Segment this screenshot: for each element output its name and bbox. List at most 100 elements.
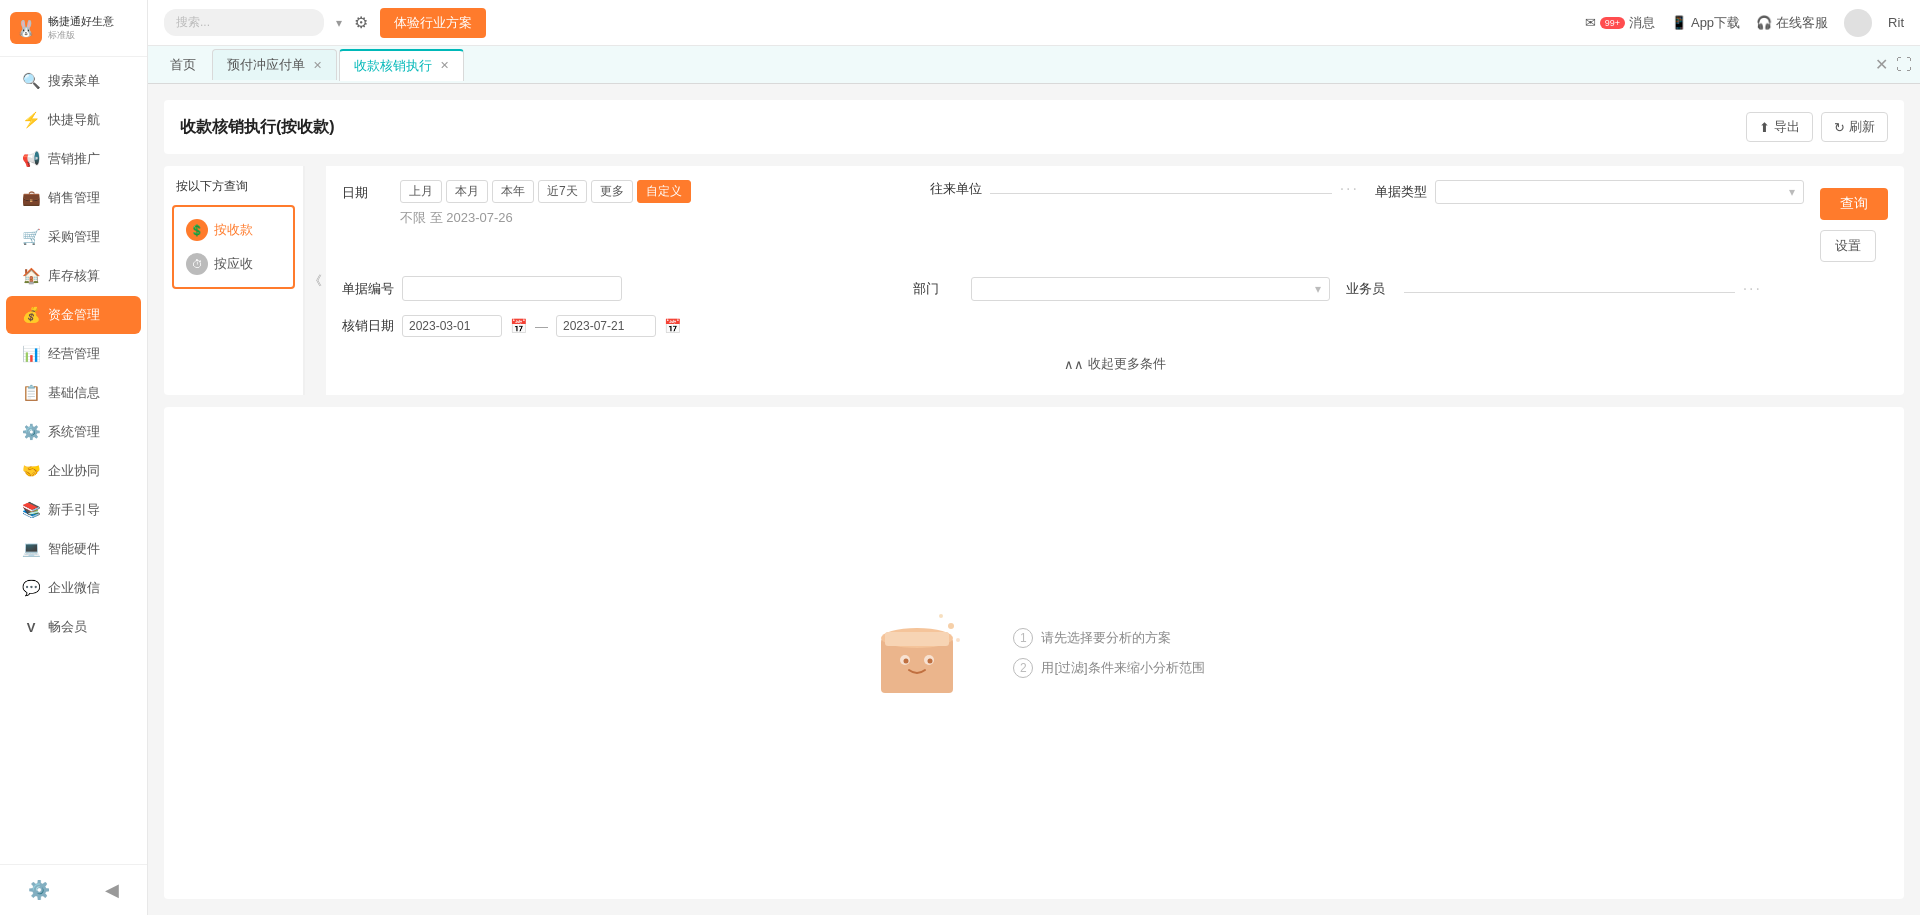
- sidebar-item-label: 销售管理: [48, 189, 100, 207]
- sidebar-bottom: ⚙️ ◀: [0, 864, 147, 915]
- logo-name: 畅捷通好生意: [48, 14, 114, 28]
- logo-area: 🐰 畅捷通好生意 标准版: [0, 0, 147, 57]
- date-btn-custom[interactable]: 自定义: [637, 180, 691, 203]
- date-label: 日期: [342, 180, 392, 202]
- verify-date-end-input[interactable]: [556, 315, 656, 337]
- sidebar-item-purchase[interactable]: 🛒 采购管理: [6, 218, 141, 256]
- topbar-gear-icon[interactable]: ⚙: [354, 13, 368, 32]
- doc-number-input[interactable]: [402, 276, 622, 301]
- prepay-tab-close-icon[interactable]: ✕: [313, 59, 322, 72]
- empty-hints: 1 请先选择要分析的方案 2 用[过滤]条件来缩小分析范围: [1013, 628, 1204, 678]
- message-icon: ✉: [1585, 15, 1596, 30]
- sidebar-item-search[interactable]: 🔍 搜索菜单: [6, 62, 141, 100]
- sidebar-item-quicknav[interactable]: ⚡ 快捷导航: [6, 101, 141, 139]
- sidebar-item-label: 营销推广: [48, 150, 100, 168]
- sidebar-item-label: 企业协同: [48, 462, 100, 480]
- filter-sidebar-title: 按以下方查询: [172, 178, 295, 195]
- filter-option-by-receivable[interactable]: ⏱ 按应收: [178, 247, 289, 281]
- message-label: 消息: [1629, 14, 1655, 32]
- logo-badge: 标准版: [48, 29, 114, 42]
- filter-options-box: 💲 按收款 ⏱ 按应收: [172, 205, 295, 289]
- receipt-icon: 💲: [186, 219, 208, 241]
- counterparty-dots[interactable]: ···: [1340, 180, 1359, 198]
- verify-date-end-calendar-icon[interactable]: 📅: [664, 318, 681, 334]
- sidebar-item-enterprise[interactable]: 🤝 企业协同: [6, 452, 141, 490]
- online-service-button[interactable]: 🎧 在线客服: [1756, 14, 1828, 32]
- filter-option-label: 按应收: [214, 255, 253, 273]
- tabbar-actions: ✕ ⛶: [1875, 55, 1912, 74]
- verify-date-label: 核销日期: [342, 317, 394, 335]
- svg-point-8: [939, 614, 943, 618]
- app-download-button[interactable]: 📱 App下载: [1671, 14, 1740, 32]
- receivable-tab-close-icon[interactable]: ✕: [440, 59, 449, 72]
- user-avatar[interactable]: [1844, 9, 1872, 37]
- sidebar-item-hardware[interactable]: 💻 智能硬件: [6, 530, 141, 568]
- topbar: 搜索... ▾ ⚙ 体验行业方案 ✉ 99+ 消息 📱 App下载 🎧 在线客服…: [148, 0, 1920, 46]
- query-button[interactable]: 查询: [1820, 188, 1888, 220]
- salesperson-dots[interactable]: ···: [1743, 280, 1762, 298]
- doc-type-chevron-icon: ▾: [1789, 185, 1795, 199]
- salesperson-label: 业务员: [1346, 280, 1396, 298]
- search-box[interactable]: 搜索...: [164, 9, 324, 36]
- collapse-sidebar-icon[interactable]: ◀: [99, 873, 125, 907]
- sidebar-item-label: 资金管理: [48, 306, 100, 324]
- empty-svg: [863, 598, 973, 708]
- wechat-icon: 💬: [22, 579, 40, 597]
- sidebar-item-sales[interactable]: 💼 销售管理: [6, 179, 141, 217]
- headset-icon: 🎧: [1756, 15, 1772, 30]
- filter-option-label: 按收款: [214, 221, 253, 239]
- verify-date-start-calendar-icon[interactable]: 📅: [510, 318, 527, 334]
- tab-receivable[interactable]: 收款核销执行 ✕: [339, 49, 464, 81]
- sidebar-item-guide[interactable]: 📚 新手引导: [6, 491, 141, 529]
- sidebar-item-system[interactable]: ⚙️ 系统管理: [6, 413, 141, 451]
- sidebar-item-wechat[interactable]: 💬 企业微信: [6, 569, 141, 607]
- doc-type-label: 单据类型: [1375, 183, 1427, 201]
- empty-hint-2: 2 用[过滤]条件来缩小分析范围: [1013, 658, 1204, 678]
- search-menu-icon: 🔍: [22, 72, 40, 90]
- close-tab-icon[interactable]: ✕: [1875, 55, 1888, 74]
- app-download-label: App下载: [1691, 14, 1740, 32]
- date-btn-last-month[interactable]: 上月: [400, 180, 442, 203]
- sidebar-item-basic-info[interactable]: 📋 基础信息: [6, 374, 141, 412]
- date-btn-7days[interactable]: 近7天: [538, 180, 587, 203]
- user-name[interactable]: Rit: [1888, 15, 1904, 30]
- sidebar-item-label: 系统管理: [48, 423, 100, 441]
- collapse-more-icon: ∧∧: [1064, 357, 1084, 372]
- solution-button[interactable]: 体验行业方案: [380, 8, 486, 38]
- filter-option-by-receipt[interactable]: 💲 按收款: [178, 213, 289, 247]
- maximize-icon[interactable]: ⛶: [1896, 56, 1912, 74]
- tab-prepay[interactable]: 预付冲应付单 ✕: [212, 49, 337, 80]
- sidebar-item-member[interactable]: V 畅会员: [6, 608, 141, 646]
- sidebar-item-finance[interactable]: 💰 资金管理: [6, 296, 141, 334]
- verify-date-start-input[interactable]: [402, 315, 502, 337]
- receivable-icon: ⏱: [186, 253, 208, 275]
- settings-button[interactable]: 设置: [1820, 230, 1876, 262]
- settings-bottom-icon[interactable]: ⚙️: [22, 873, 56, 907]
- tab-home[interactable]: 首页: [156, 50, 210, 80]
- quick-nav-icon: ⚡: [22, 111, 40, 129]
- collapse-more-label: 收起更多条件: [1088, 355, 1166, 373]
- export-button[interactable]: ⬆ 导出: [1746, 112, 1813, 142]
- marketing-icon: 📢: [22, 150, 40, 168]
- home-tab-label: 首页: [170, 56, 196, 74]
- date-btn-this-month[interactable]: 本月: [446, 180, 488, 203]
- message-button[interactable]: ✉ 99+ 消息: [1585, 14, 1655, 32]
- guide-icon: 📚: [22, 501, 40, 519]
- collapse-more-button[interactable]: ∧∧ 收起更多条件: [342, 351, 1888, 381]
- hint1-text: 请先选择要分析的方案: [1041, 629, 1171, 647]
- collapse-filter-button[interactable]: 《: [304, 166, 326, 395]
- sidebar-item-label: 智能硬件: [48, 540, 100, 558]
- tabbar: 首页 预付冲应付单 ✕ 收款核销执行 ✕ ✕ ⛶: [148, 46, 1920, 84]
- svg-point-5: [904, 659, 909, 664]
- date-btn-this-year[interactable]: 本年: [492, 180, 534, 203]
- sidebar-item-operations[interactable]: 📊 经营管理: [6, 335, 141, 373]
- date-range-display: 不限 至 2023-07-26: [400, 209, 691, 227]
- refresh-button[interactable]: ↻ 刷新: [1821, 112, 1888, 142]
- topbar-chevron-icon[interactable]: ▾: [336, 16, 342, 30]
- date-btn-more[interactable]: 更多: [591, 180, 633, 203]
- counterparty-label: 往来单位: [930, 180, 982, 198]
- sidebar-item-inventory[interactable]: 🏠 库存核算: [6, 257, 141, 295]
- sidebar-item-marketing[interactable]: 📢 营销推广: [6, 140, 141, 178]
- topbar-right: ✉ 99+ 消息 📱 App下载 🎧 在线客服 Rit: [1585, 9, 1904, 37]
- sidebar-item-label: 搜索菜单: [48, 72, 100, 90]
